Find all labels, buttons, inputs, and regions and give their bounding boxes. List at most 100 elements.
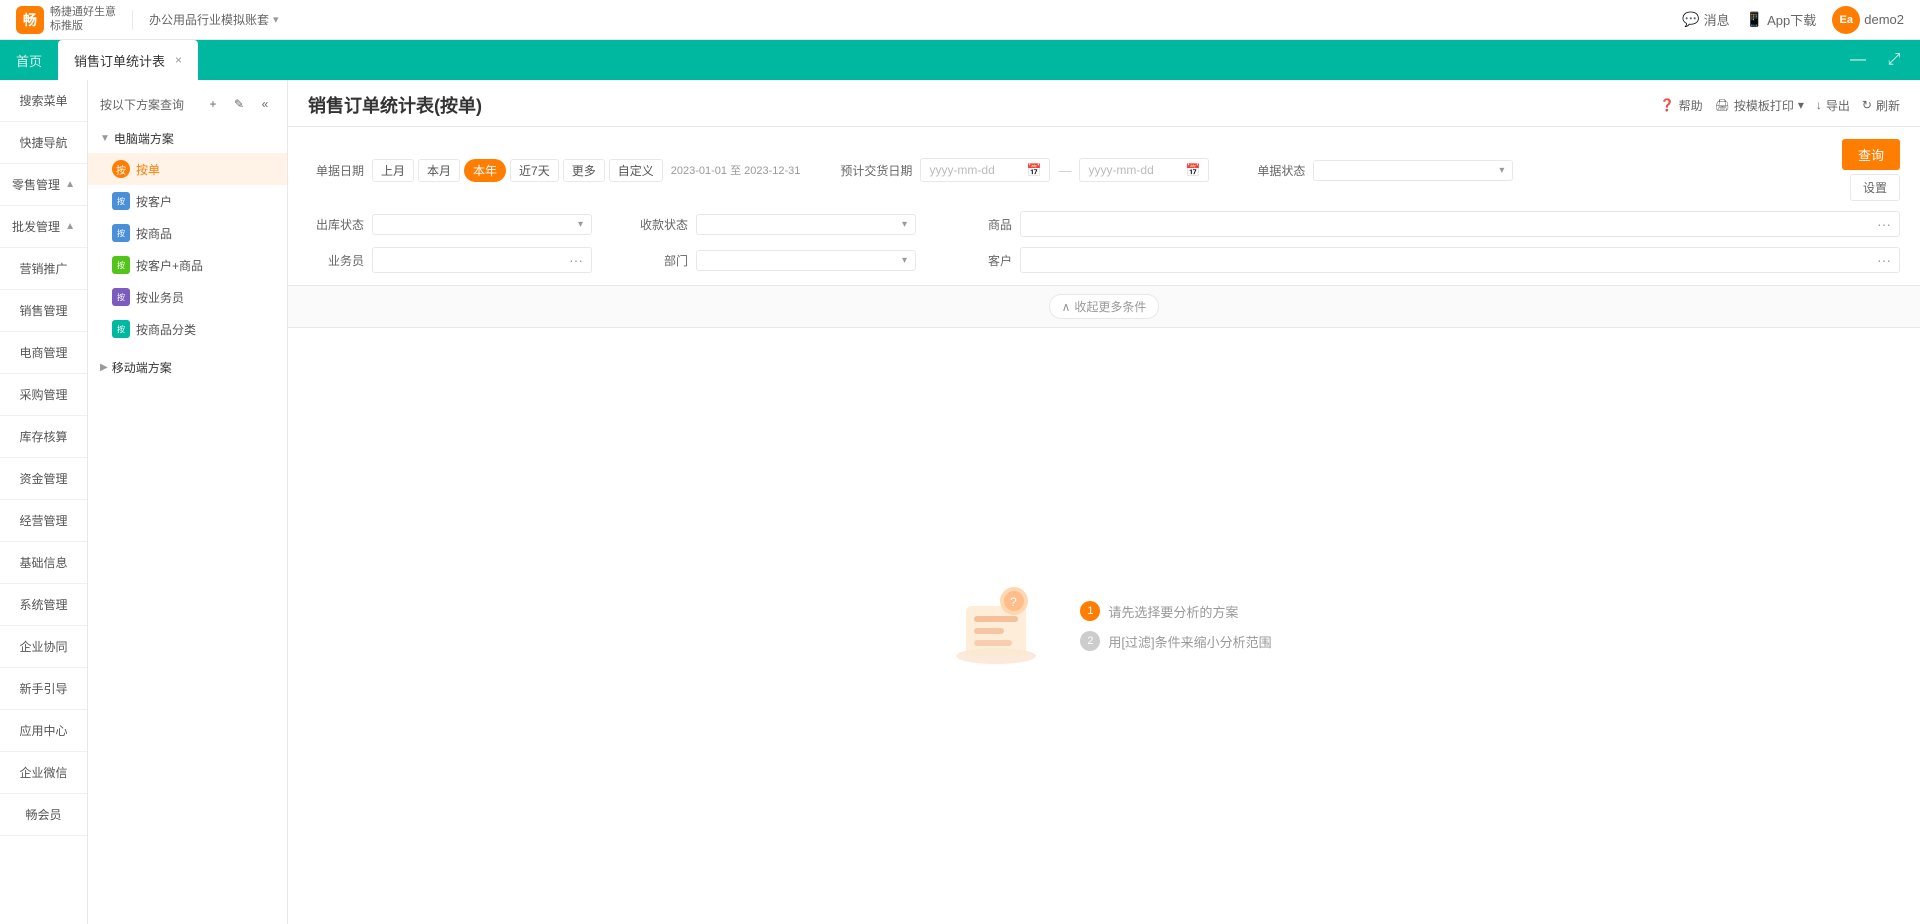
salesperson-label: 业务员 [308, 252, 364, 269]
sidebar-item-inventory[interactable]: 库存核算 [0, 416, 87, 458]
expected-date-label: 预计交货日期 [840, 162, 912, 179]
expected-date-from[interactable]: yyyy-mm-dd 📅 [920, 158, 1050, 182]
status-label: 单据状态 [1249, 162, 1305, 179]
print-btn[interactable]: 🖨 按模板打印 ▾ [1715, 97, 1804, 114]
sidebar-item-purchase[interactable]: 采购管理 [0, 374, 87, 416]
delivery-status-label: 出库状态 [308, 216, 364, 233]
settings-button[interactable]: 设置 [1850, 174, 1900, 201]
edit-plan-btn[interactable]: ✎ [229, 94, 249, 114]
tab-sales-order[interactable]: 销售订单统计表 × [58, 40, 198, 80]
tab-close-btn[interactable]: × [175, 53, 182, 67]
pc-plan-group-title[interactable]: ▼ 电脑端方案 [88, 124, 287, 153]
tab-maximize-btn[interactable]: ⤢ [1880, 46, 1908, 74]
help-btn[interactable]: ❓ 帮助 [1660, 97, 1703, 114]
breadcrumb[interactable]: 办公用品行业模拟账套 ▾ [149, 11, 279, 28]
department-arrow: ▾ [902, 255, 907, 266]
query-settings-btns: 查询 设置 [1830, 139, 1900, 201]
top-bar-right: 💬 消息 📱 App下载 Ea demo2 [1682, 6, 1904, 34]
collapse-icon: ∧ [1062, 300, 1071, 314]
refresh-btn[interactable]: ↻ 刷新 [1862, 97, 1900, 114]
collapse-more-btn[interactable]: ∧ 收起更多条件 [1049, 294, 1160, 319]
tab-home[interactable]: 首页 [0, 40, 58, 80]
date-btns: 上月 本月 本年 近7天 更多 自定义 [372, 159, 663, 182]
print-arrow-icon: ▾ [1798, 98, 1804, 112]
user-area[interactable]: Ea demo2 [1832, 6, 1904, 34]
sidebar-item-member[interactable]: 畅会员 [0, 794, 87, 836]
query-button[interactable]: 查询 [1842, 139, 1900, 170]
sidebar-item-corp-wechat[interactable]: 企业微信 [0, 752, 87, 794]
date-btn-this-month[interactable]: 本月 [418, 159, 460, 182]
main-layout: 搜索菜单 快捷导航 零售管理 ▲ 批发管理 ▲ 营销推广 销售管理 电商管理 采… [0, 80, 1920, 924]
sidebar-item-newbie[interactable]: 新手引导 [0, 668, 87, 710]
sidebar-item-quick-nav[interactable]: 快捷导航 [0, 122, 87, 164]
product-ellipsis: ··· [1877, 216, 1891, 232]
collapse-panel-btn[interactable]: « [255, 94, 275, 114]
content-area: 按以下方案查询 + ✎ « ▼ 电脑端方案 按 按单 按 按客户 [88, 80, 1920, 924]
sidebar-item-retail[interactable]: 零售管理 ▲ [0, 164, 87, 206]
sidebar-item-wholesale[interactable]: 批发管理 ▲ [0, 206, 87, 248]
plan-item-by-product[interactable]: 按 按商品 [88, 217, 287, 249]
filter-expected-date-section: 预计交货日期 yyyy-mm-dd 📅 — yyyy-mm-dd 📅 [840, 158, 1209, 182]
product-input[interactable]: ··· [1020, 211, 1900, 237]
app-download-btn[interactable]: 📱 App下载 [1746, 10, 1817, 29]
sidebar-item-search-menu[interactable]: 搜索菜单 [0, 80, 87, 122]
status-select-arrow: ▾ [1499, 165, 1504, 176]
sidebar-item-basic[interactable]: 基础信息 [0, 542, 87, 584]
plan-item-by-customer[interactable]: 按 按客户 [88, 185, 287, 217]
date-btn-last-month[interactable]: 上月 [372, 159, 414, 182]
pc-group-arrow-icon: ▼ [100, 133, 110, 144]
customer-label: 客户 [956, 252, 1012, 269]
right-main: 销售订单统计表(按单) ❓ 帮助 🖨 按模板打印 ▾ ↓ 导出 [288, 80, 1920, 924]
plan-item-by-category[interactable]: 按 按商品分类 [88, 313, 287, 345]
salesperson-input[interactable]: ··· [372, 247, 592, 273]
delivery-arrow: ▾ [578, 219, 583, 230]
tip-num-1: 1 [1080, 601, 1100, 621]
department-select[interactable]: ▾ [696, 250, 916, 271]
sidebar-item-marketing[interactable]: 营销推广 [0, 248, 87, 290]
expected-date-to[interactable]: yyyy-mm-dd 📅 [1079, 158, 1209, 182]
delivery-status-select[interactable]: ▾ [372, 214, 592, 235]
customer-input[interactable]: ··· [1020, 247, 1900, 273]
add-plan-btn[interactable]: + [203, 94, 223, 114]
export-icon: ↓ [1816, 98, 1822, 112]
date-btn-more[interactable]: 更多 [563, 159, 605, 182]
date-btn-custom[interactable]: 自定义 [609, 159, 663, 182]
plan-item-by-salesperson[interactable]: 按 按业务员 [88, 281, 287, 313]
date-btn-this-year[interactable]: 本年 [464, 159, 506, 182]
date-btn-7days[interactable]: 近7天 [510, 159, 559, 182]
logo-icon: 畅 [16, 6, 44, 34]
tab-bar: 首页 销售订单统计表 × — ⤢ [0, 40, 1920, 80]
avatar: Ea [1832, 6, 1860, 34]
collapse-bar: ∧ 收起更多条件 [288, 286, 1920, 328]
sidebar-item-system[interactable]: 系统管理 [0, 584, 87, 626]
date-dash: — [1058, 163, 1071, 178]
sidebar-item-app-center[interactable]: 应用中心 [0, 710, 87, 752]
sidebar-item-enterprise[interactable]: 企业协同 [0, 626, 87, 668]
plan-item-by-cust-prod[interactable]: 按 按客户+商品 [88, 249, 287, 281]
plan-item-by-order[interactable]: 按 按单 [88, 153, 287, 185]
message-btn[interactable]: 💬 消息 [1682, 10, 1729, 29]
empty-tip-1: 1 请先选择要分析的方案 [1080, 601, 1271, 621]
empty-state: ? 1 请先选择要分析的方案 2 用[过滤]条件来缩小分析范围 [288, 328, 1920, 924]
filter-row-3: 业务员 ··· 部门 ▾ 客户 [308, 247, 1900, 273]
sidebar-item-finance[interactable]: 资金管理 [0, 458, 87, 500]
status-select[interactable]: ▾ [1313, 160, 1513, 181]
logo-area: 畅 畅捷通好生意 标推版 [16, 6, 116, 34]
tab-minimize-btn[interactable]: — [1844, 46, 1872, 74]
filter-row-1: 单据日期 上月 本月 本年 近7天 更多 自定义 2023-01-01 至 20… [308, 139, 1900, 201]
sidebar-item-operation[interactable]: 经营管理 [0, 500, 87, 542]
mobile-group-arrow-icon: ▶ [100, 362, 108, 373]
payment-status-select[interactable]: ▾ [696, 214, 916, 235]
filter-product-section: 商品 ··· [956, 211, 1900, 237]
filter-area: 单据日期 上月 本月 本年 近7天 更多 自定义 2023-01-01 至 20… [288, 127, 1920, 286]
sidebar-item-sales[interactable]: 销售管理 [0, 290, 87, 332]
empty-illustration: ? [936, 566, 1056, 686]
export-btn[interactable]: ↓ 导出 [1816, 97, 1850, 114]
mobile-plan-group-title[interactable]: ▶ 移动端方案 [88, 353, 287, 382]
filter-row-2: 出库状态 ▾ 收款状态 ▾ 商品 [308, 211, 1900, 237]
filter-delivery-section: 出库状态 ▾ [308, 214, 592, 235]
message-icon: 💬 [1682, 11, 1699, 28]
sidebar-item-ecommerce[interactable]: 电商管理 [0, 332, 87, 374]
phone-icon: 📱 [1746, 11, 1763, 28]
filter-department-section: 部门 ▾ [632, 250, 916, 271]
